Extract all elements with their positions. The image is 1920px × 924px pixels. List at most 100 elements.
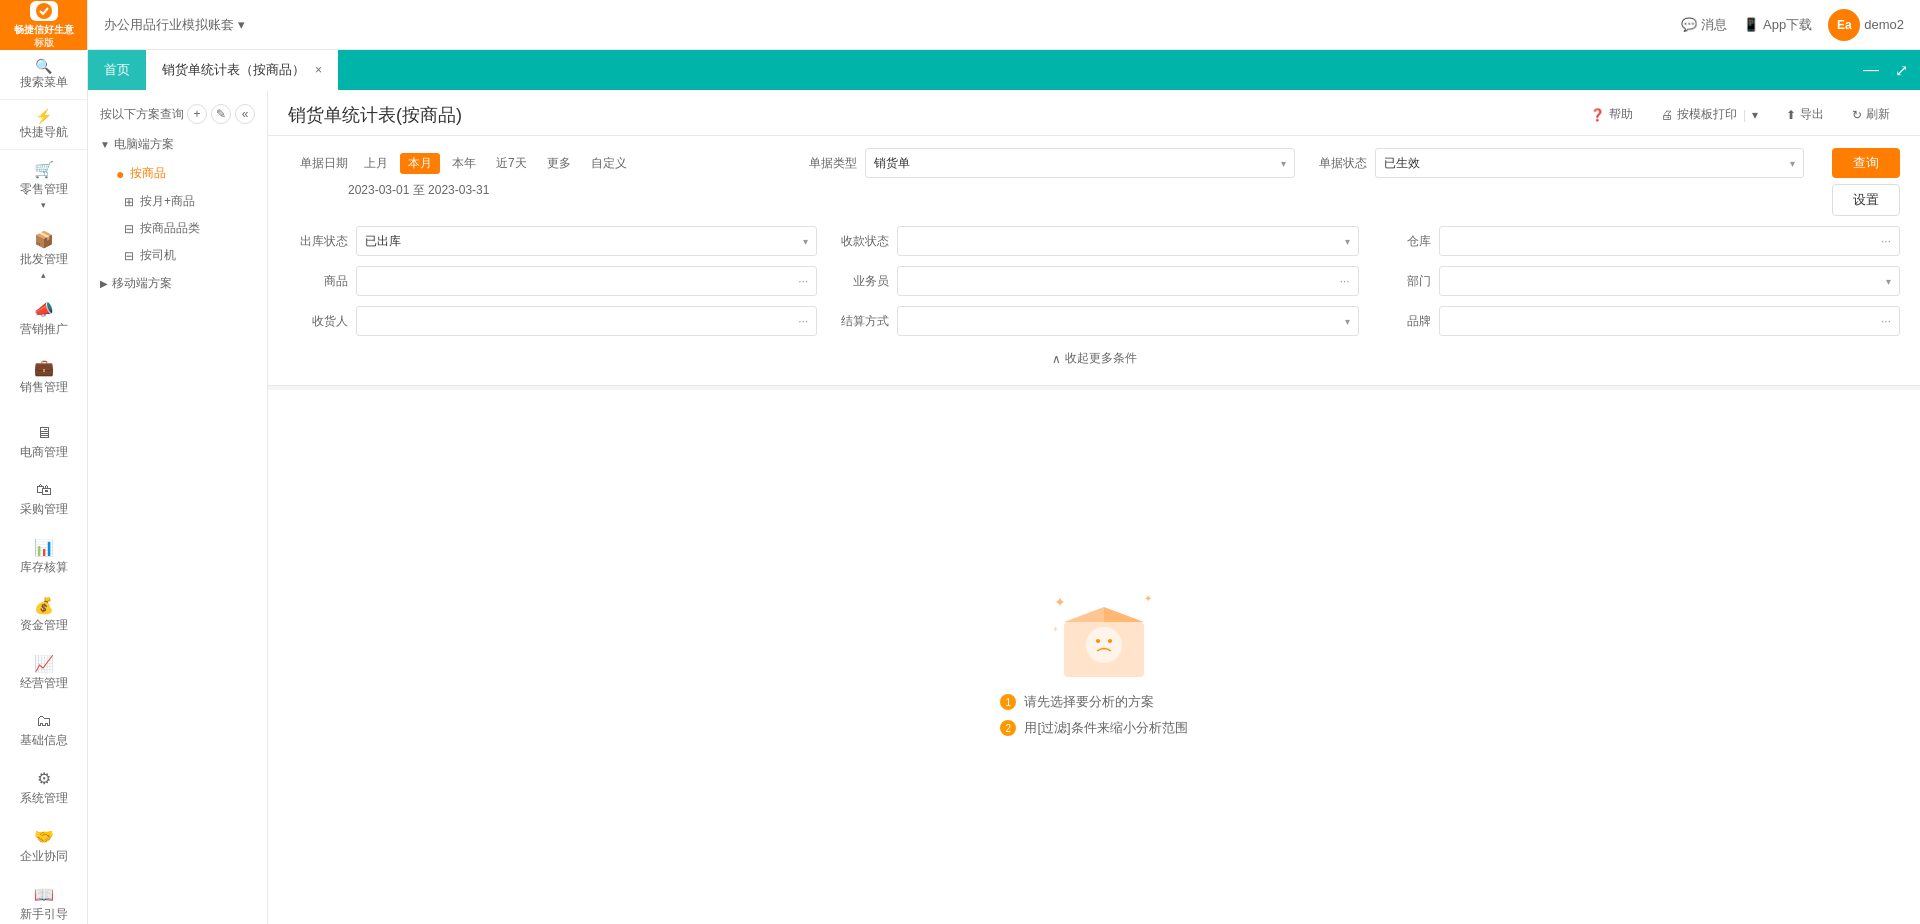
tab-home[interactable]: 首页 [88, 50, 146, 90]
scheme-item-month-goods[interactable]: ⊞ 按月+商品 [88, 188, 267, 215]
guide-label: 新手引导 [20, 906, 68, 923]
sidebar-item-operations[interactable]: 📈 经营管理 [0, 644, 87, 702]
sidebar-search[interactable]: 🔍 搜索菜单 [0, 50, 87, 100]
settlement-cell: 结算方式 ▾ [829, 306, 1358, 336]
data-area: ✦ ✦ ✦ 1 请先选择要分析的方案 2 用[过滤]条件来缩小分析范围 [268, 390, 1920, 924]
dept-select[interactable]: ▾ [1439, 266, 1900, 296]
warehouse-select[interactable]: ··· [1439, 226, 1900, 256]
scheme-item-driver[interactable]: ⊟ 按司机 [88, 242, 267, 269]
scheme-collapse-btn[interactable]: « [235, 104, 255, 124]
receiver-label: 收货人 [288, 313, 348, 330]
date-label: 单据日期 [288, 155, 348, 172]
scheme-edit-btn[interactable]: ✎ [211, 104, 231, 124]
active-tab-label: 销货单统计表（按商品） [162, 61, 305, 79]
logo-icon [30, 1, 58, 21]
svg-text:✦: ✦ [1052, 625, 1059, 634]
sidebar-item-sales[interactable]: 💼 销售管理 [0, 348, 87, 406]
ecommerce-label: 电商管理 [20, 444, 68, 461]
sidebar-item-finance[interactable]: 💰 资金管理 [0, 586, 87, 644]
driver-icon: ⊟ [124, 249, 134, 263]
tab-active[interactable]: 销货单统计表（按商品） × [146, 50, 338, 90]
industry-selector[interactable]: 办公用品行业模拟账套 ▾ [104, 16, 245, 34]
refresh-icon: ↻ [1852, 108, 1862, 122]
goods-select[interactable]: ··· [356, 266, 817, 296]
print-btn[interactable]: 🖨 按模板打印 | ▾ [1651, 102, 1768, 127]
refresh-btn[interactable]: ↻ 刷新 [1842, 102, 1900, 127]
payment-status-select[interactable]: ▾ [897, 226, 1358, 256]
tab-maximize-btn[interactable]: ⤢ [1891, 57, 1912, 84]
sidebar-item-inventory[interactable]: 📊 库存核算 [0, 528, 87, 586]
app-logo: 畅捷信好生意 标版 [0, 0, 87, 50]
sidebar-item-guide[interactable]: 📖 新手引导 [0, 875, 87, 924]
retail-label: 零售管理 [20, 181, 68, 198]
sidebar-item-retail[interactable]: 🛒 零售管理 ▾ [0, 150, 87, 220]
top-header: 办公用品行业模拟账套 ▾ 💬 消息 📱 App下载 Ea demo2 [88, 0, 1920, 50]
app-subtitle: 标版 [34, 36, 54, 49]
scheme-panel: 按以下方案查询 + ✎ « ▼ 电脑端方案 ● 按商品 ⊞ [88, 90, 268, 924]
scheme-add-btn[interactable]: + [187, 104, 207, 124]
procurement-icon: 🛍 [36, 481, 52, 499]
settlement-select[interactable]: ▾ [897, 306, 1358, 336]
sidebar-item-ecommerce[interactable]: 🖥 电商管理 [0, 414, 87, 471]
scheme-group-mobile-header[interactable]: ▶ 移动端方案 [88, 269, 267, 298]
help-btn[interactable]: ❓ 帮助 [1580, 102, 1643, 127]
tab-close-btn[interactable]: × [315, 63, 322, 77]
warehouse-status-cell: 出库状态 已出库 ▾ [288, 226, 817, 256]
tip-2-text: 用[过滤]条件来缩小分析范围 [1024, 719, 1187, 737]
doc-status-select[interactable]: 已生效 ▾ [1375, 148, 1804, 178]
category-icon: ⊟ [124, 222, 134, 236]
message-btn[interactable]: 💬 消息 [1681, 16, 1727, 34]
sidebar-item-basics[interactable]: 🗂 基础信息 [0, 702, 87, 759]
sidebar-item-marketing[interactable]: 📣 营销推广 [0, 290, 87, 348]
settings-btn[interactable]: 设置 [1832, 184, 1900, 216]
receiver-select[interactable]: ··· [356, 306, 817, 336]
export-btn[interactable]: ⬆ 导出 [1776, 102, 1834, 127]
sidebar-item-system[interactable]: ⚙ 系统管理 [0, 759, 87, 817]
scheme-group-desktop-header[interactable]: ▼ 电脑端方案 [88, 130, 267, 159]
scheme-item-by-goods[interactable]: ● 按商品 [88, 159, 267, 188]
date-tab-custom[interactable]: 自定义 [583, 153, 635, 174]
sidebar-quick-nav[interactable]: ⚡ 快捷导航 [0, 100, 87, 150]
date-tab-this-month[interactable]: 本月 [400, 153, 440, 174]
basics-icon: 🗂 [36, 712, 52, 730]
tab-minimize-btn[interactable]: — [1859, 57, 1883, 83]
staff-select[interactable]: ··· [897, 266, 1358, 296]
receiver-dots: ··· [798, 314, 808, 328]
main-area: 办公用品行业模拟账套 ▾ 💬 消息 📱 App下载 Ea demo2 首页 [88, 0, 1920, 924]
help-icon: ❓ [1590, 108, 1605, 122]
query-btn[interactable]: 查询 [1832, 148, 1900, 178]
brand-select[interactable]: ··· [1439, 306, 1900, 336]
header-right: 💬 消息 📱 App下载 Ea demo2 [1681, 9, 1904, 41]
doc-type-label: 单据类型 [797, 155, 857, 172]
doc-type-select[interactable]: 销货单 ▾ [865, 148, 1294, 178]
sidebar-item-enterprise[interactable]: 🤝 企业协同 [0, 817, 87, 875]
date-tab-7days[interactable]: 近7天 [488, 153, 535, 174]
date-tab-more[interactable]: 更多 [539, 153, 579, 174]
scheme-group-mobile: ▶ 移动端方案 [88, 269, 267, 298]
header-left: 办公用品行业模拟账套 ▾ [104, 16, 245, 34]
message-icon: 💬 [1681, 17, 1697, 32]
date-range-display: 2023-03-01 至 2023-03-31 [288, 182, 1804, 199]
date-tab-last-month[interactable]: 上月 [356, 153, 396, 174]
action-buttons: 查询 设置 [1832, 148, 1900, 216]
app-download-btn[interactable]: 📱 App下载 [1743, 16, 1812, 34]
page-header: 销货单统计表(按商品) ❓ 帮助 🖨 按模板打印 | ▾ ⬆ 导出 [268, 90, 1920, 136]
sales-icon: 💼 [34, 358, 54, 377]
sales-label: 销售管理 [20, 379, 68, 396]
scheme-item-category[interactable]: ⊟ 按商品品类 [88, 215, 267, 242]
page-actions: ❓ 帮助 🖨 按模板打印 | ▾ ⬆ 导出 ↻ 刷 [1580, 102, 1900, 127]
goods-scheme-icon: ● [116, 166, 124, 182]
user-profile[interactable]: Ea demo2 [1828, 9, 1904, 41]
staff-cell: 业务员 ··· [829, 266, 1358, 296]
marketing-icon: 📣 [34, 300, 54, 319]
date-tab-this-year[interactable]: 本年 [444, 153, 484, 174]
warehouse-status-select[interactable]: 已出库 ▾ [356, 226, 817, 256]
collapse-more-btn[interactable]: ∧ 收起更多条件 [288, 344, 1900, 373]
sidebar-item-procurement[interactable]: 🛍 采购管理 [0, 471, 87, 528]
inventory-label: 库存核算 [20, 559, 68, 576]
goods-scheme-label: 按商品 [130, 165, 166, 182]
app-title: 畅捷信好生意 [14, 23, 74, 36]
marketing-label: 营销推广 [20, 321, 68, 338]
sidebar-item-wholesale[interactable]: 📦 批发管理 ▴ [0, 220, 87, 290]
goods-cell: 商品 ··· [288, 266, 817, 296]
